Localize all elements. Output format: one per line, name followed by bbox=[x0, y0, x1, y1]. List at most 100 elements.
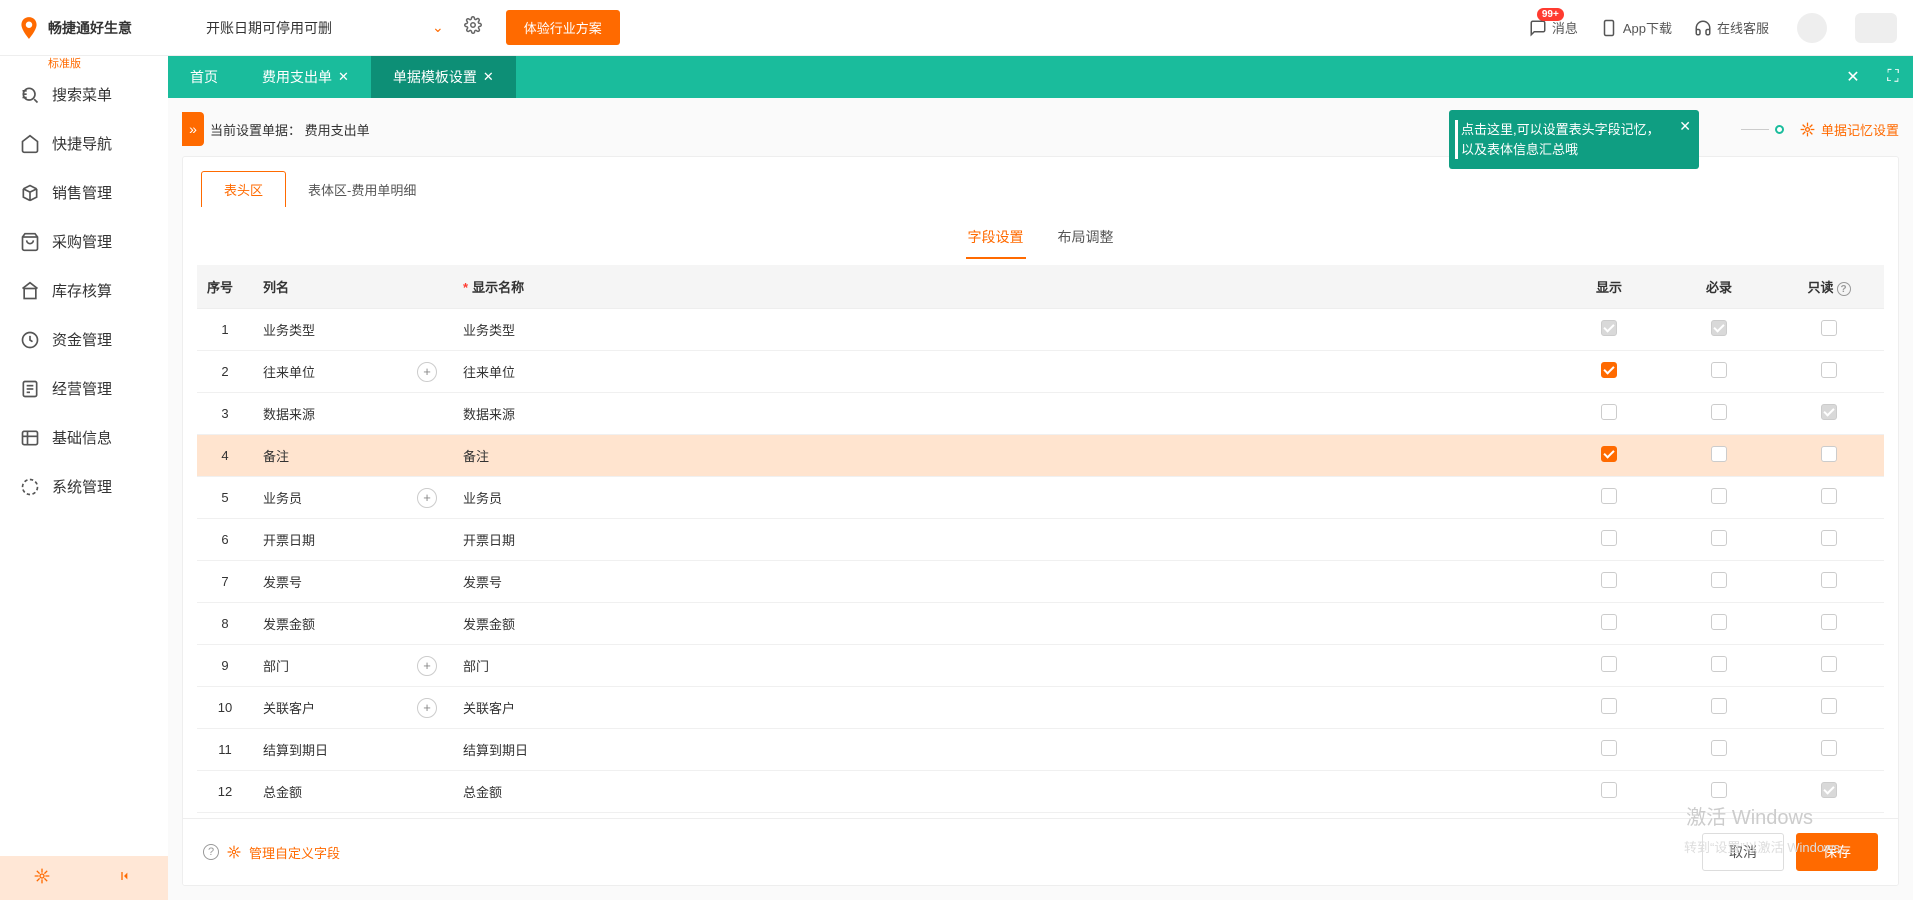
checkbox[interactable] bbox=[1601, 740, 1617, 756]
messages-button[interactable]: 99+ 消息 bbox=[1529, 18, 1578, 37]
cell-display[interactable]: 业务类型 bbox=[453, 309, 1554, 351]
cell-display[interactable]: 总金额 bbox=[453, 771, 1554, 813]
checkbox[interactable] bbox=[1821, 488, 1837, 504]
gear-icon[interactable] bbox=[464, 16, 482, 39]
plus-icon[interactable]: + bbox=[417, 362, 437, 382]
checkbox[interactable] bbox=[1711, 656, 1727, 672]
table-row[interactable]: 11结算到期日结算到期日 bbox=[197, 729, 1884, 771]
checkbox[interactable] bbox=[1711, 572, 1727, 588]
cell-display[interactable]: 数据来源 bbox=[453, 393, 1554, 435]
cell-display[interactable]: 备注 bbox=[453, 435, 1554, 477]
checkbox[interactable] bbox=[1821, 698, 1837, 714]
checkbox[interactable] bbox=[1821, 614, 1837, 630]
checkbox[interactable] bbox=[1711, 530, 1727, 546]
checkbox[interactable] bbox=[1711, 782, 1727, 798]
tab-首页[interactable]: 首页 bbox=[168, 56, 240, 98]
checkbox[interactable] bbox=[1711, 362, 1727, 378]
fields-table-wrap[interactable]: 序号 列名 *显示名称 显示 必录 只读? 1业务类型业务类型2往来单位+往来单… bbox=[197, 265, 1884, 818]
checkbox[interactable] bbox=[1711, 740, 1727, 756]
tab-close-icon[interactable]: ✕ bbox=[483, 69, 494, 85]
plus-icon[interactable]: + bbox=[417, 488, 437, 508]
checkbox[interactable] bbox=[1821, 572, 1837, 588]
checkbox[interactable] bbox=[1711, 614, 1727, 630]
download-button[interactable]: App下载 bbox=[1600, 18, 1672, 37]
table-row[interactable]: 5业务员+业务员 bbox=[197, 477, 1884, 519]
manage-custom-fields-link[interactable]: ? 管理自定义字段 bbox=[203, 843, 340, 862]
checkbox[interactable] bbox=[1711, 698, 1727, 714]
cell-display[interactable]: 开票日期 bbox=[453, 519, 1554, 561]
cell-display[interactable]: 往来单位 bbox=[453, 351, 1554, 393]
checkbox[interactable] bbox=[1601, 362, 1617, 378]
save-button[interactable]: 保存 bbox=[1796, 833, 1878, 871]
account-selector[interactable]: 开账日期可停用可删 ⌄ bbox=[206, 18, 444, 38]
tab-费用支出单[interactable]: 费用支出单✕ bbox=[240, 56, 371, 98]
checkbox[interactable] bbox=[1821, 362, 1837, 378]
sub-tab[interactable]: 布局调整 bbox=[1056, 221, 1116, 259]
checkbox[interactable] bbox=[1601, 698, 1617, 714]
checkbox[interactable] bbox=[1601, 530, 1617, 546]
avatar-small[interactable] bbox=[1797, 13, 1827, 43]
cell-display[interactable]: 关联客户 bbox=[453, 687, 1554, 729]
sidebar-item-sales[interactable]: 销售管理 bbox=[0, 168, 168, 217]
sidebar-item-search[interactable]: 搜索菜单 bbox=[0, 70, 168, 119]
fullscreen-icon[interactable]: ⛶ bbox=[1873, 68, 1913, 86]
table-row[interactable]: 6开票日期开票日期 bbox=[197, 519, 1884, 561]
tip-close-icon[interactable]: ✕ bbox=[1679, 116, 1691, 137]
help-icon[interactable]: ? bbox=[1837, 282, 1851, 296]
sidebar-settings-icon[interactable] bbox=[34, 868, 50, 889]
sidebar-collapse-icon[interactable] bbox=[118, 868, 134, 889]
sidebar-item-system[interactable]: 系统管理 bbox=[0, 462, 168, 511]
cell-display[interactable]: 部门 bbox=[453, 645, 1554, 687]
checkbox[interactable] bbox=[1711, 446, 1727, 462]
sidebar-item-inventory[interactable]: 库存核算 bbox=[0, 266, 168, 315]
cell-display[interactable]: 业务员 bbox=[453, 477, 1554, 519]
memory-settings-link[interactable]: 单据记忆设置 bbox=[1741, 120, 1899, 139]
zone-tab[interactable]: 表体区-费用单明细 bbox=[285, 171, 439, 207]
table-row[interactable]: 10关联客户+关联客户 bbox=[197, 687, 1884, 729]
tab-单据模板设置[interactable]: 单据模板设置✕ bbox=[371, 56, 516, 98]
table-row[interactable]: 4备注备注 bbox=[197, 435, 1884, 477]
base-info-icon bbox=[20, 428, 40, 448]
checkbox[interactable] bbox=[1601, 446, 1617, 462]
sub-tab[interactable]: 字段设置 bbox=[966, 221, 1026, 259]
checkbox[interactable] bbox=[1821, 740, 1837, 756]
table-row[interactable]: 12总金额总金额 bbox=[197, 771, 1884, 813]
support-button[interactable]: 在线客服 bbox=[1694, 18, 1769, 37]
table-row[interactable]: 7发票号发票号 bbox=[197, 561, 1884, 603]
checkbox[interactable] bbox=[1711, 488, 1727, 504]
expand-handle-icon[interactable]: » bbox=[182, 112, 204, 146]
close-all-tabs-icon[interactable]: ✕ bbox=[1833, 67, 1873, 87]
cancel-button[interactable]: 取消 bbox=[1702, 833, 1784, 871]
sidebar-item-operation[interactable]: 经营管理 bbox=[0, 364, 168, 413]
cell-display[interactable]: 发票号 bbox=[453, 561, 1554, 603]
avatar-large[interactable] bbox=[1855, 13, 1897, 43]
sidebar-item-base-info[interactable]: 基础信息 bbox=[0, 413, 168, 462]
checkbox[interactable] bbox=[1821, 446, 1837, 462]
sidebar-item-purchase[interactable]: 采购管理 bbox=[0, 217, 168, 266]
table-row[interactable]: 2往来单位+往来单位 bbox=[197, 351, 1884, 393]
checkbox[interactable] bbox=[1601, 656, 1617, 672]
table-row[interactable]: 8发票金额发票金额 bbox=[197, 603, 1884, 645]
checkbox[interactable] bbox=[1821, 320, 1837, 336]
checkbox[interactable] bbox=[1821, 530, 1837, 546]
zone-tab[interactable]: 表头区 bbox=[201, 171, 286, 207]
table-row[interactable]: 3数据来源数据来源 bbox=[197, 393, 1884, 435]
experience-button[interactable]: 体验行业方案 bbox=[506, 10, 620, 45]
checkbox[interactable] bbox=[1821, 656, 1837, 672]
plus-icon[interactable]: + bbox=[417, 698, 437, 718]
plus-icon[interactable]: + bbox=[417, 656, 437, 676]
sidebar-item-quick-nav[interactable]: 快捷导航 bbox=[0, 119, 168, 168]
table-row[interactable]: 1业务类型业务类型 bbox=[197, 309, 1884, 351]
cell-display[interactable]: 结算到期日 bbox=[453, 729, 1554, 771]
checkbox[interactable] bbox=[1711, 404, 1727, 420]
checkbox[interactable] bbox=[1601, 782, 1617, 798]
checkbox[interactable] bbox=[1601, 572, 1617, 588]
table-row[interactable]: 9部门+部门 bbox=[197, 645, 1884, 687]
checkbox[interactable] bbox=[1601, 614, 1617, 630]
cell-display[interactable]: 发票金额 bbox=[453, 603, 1554, 645]
checkbox[interactable] bbox=[1601, 488, 1617, 504]
tab-close-icon[interactable]: ✕ bbox=[338, 69, 349, 85]
checkbox[interactable] bbox=[1601, 404, 1617, 420]
sidebar-item-funds[interactable]: 资金管理 bbox=[0, 315, 168, 364]
cell-seq: 3 bbox=[197, 393, 253, 435]
